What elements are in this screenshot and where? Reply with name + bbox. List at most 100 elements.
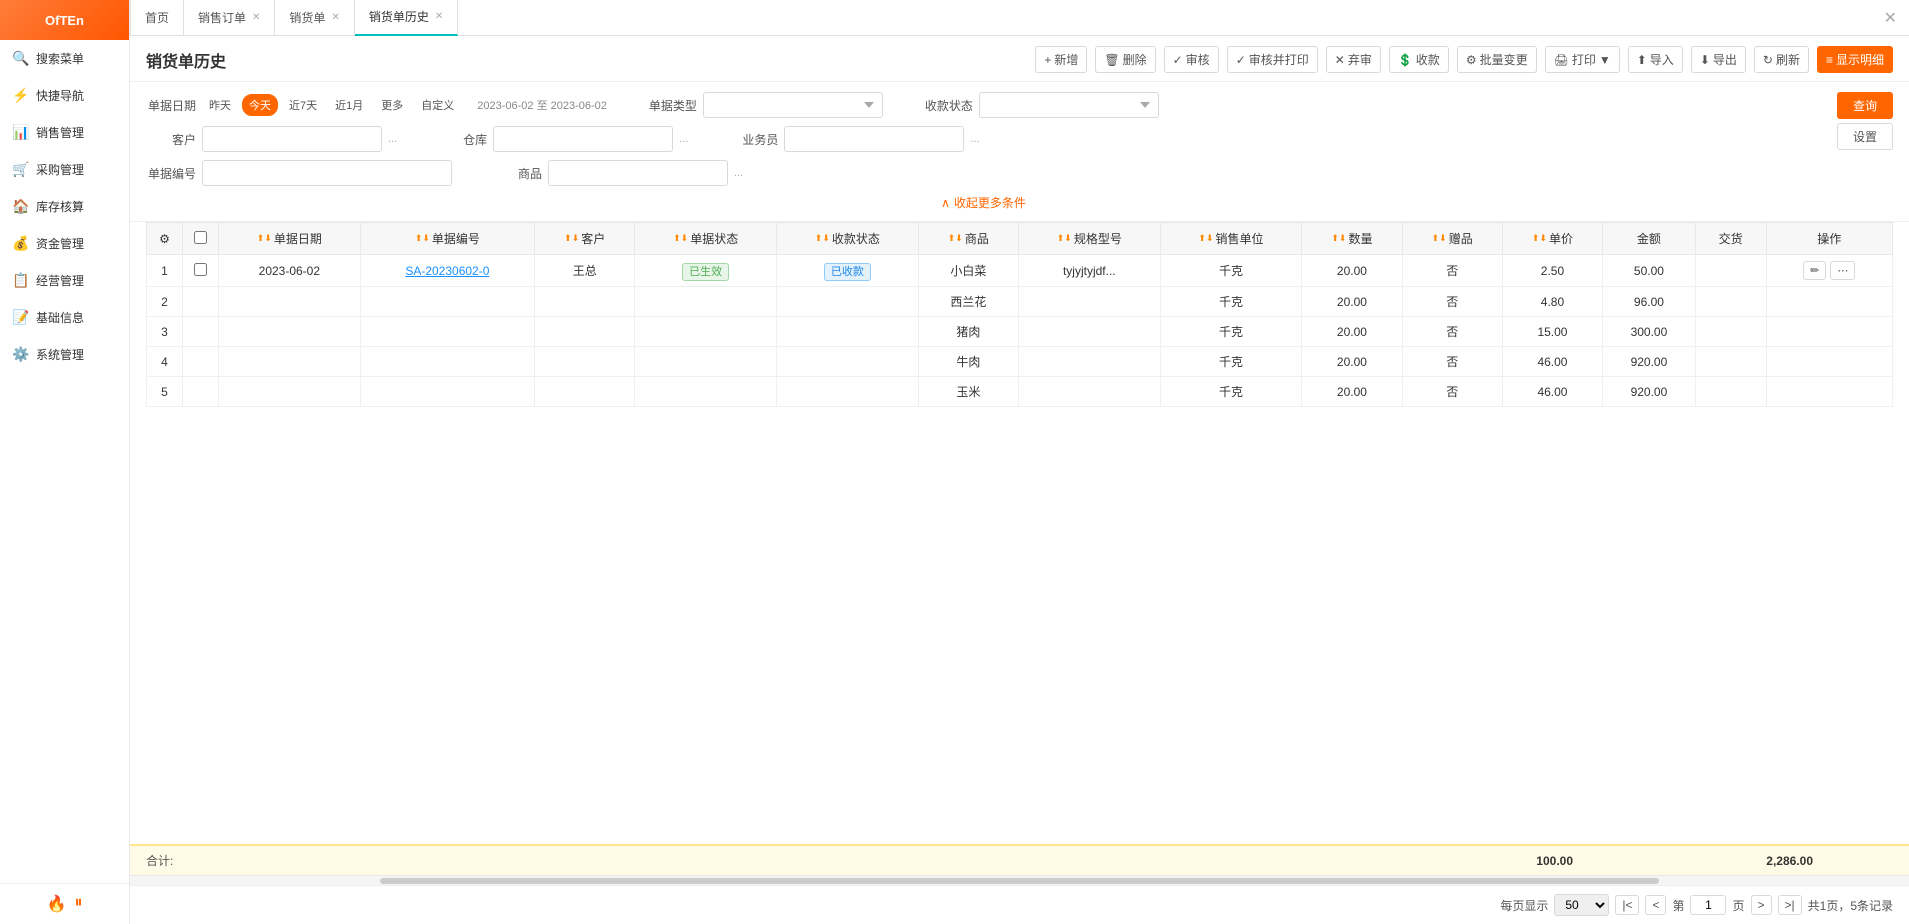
scroll-bar[interactable] [130,875,1909,885]
goods-col-header[interactable]: ⬆⬇ 商品 [918,223,1018,255]
goods-input[interactable] [548,160,728,186]
close-icon[interactable]: ✕ [435,11,443,22]
tab-sales-order[interactable]: 销售订单 ✕ [184,0,275,36]
select-all-checkbox[interactable] [194,231,207,244]
sidebar-item-label: 库存核算 [36,198,84,215]
batch-change-button[interactable]: ⚙ 批量变更 [1457,46,1537,73]
sidebar-item-basic-info[interactable]: 📝 基础信息 [0,299,129,336]
audit-button[interactable]: ✓ 审核 [1164,46,1219,73]
col-label: 操作 [1817,232,1841,246]
warehouse-input[interactable] [493,126,673,152]
staff-label: 业务员 [728,131,778,148]
sidebar-item-label: 系统管理 [36,346,84,363]
date-btn-7days[interactable]: 近7天 [282,94,324,116]
settings-col-header[interactable]: ⚙ [147,223,183,255]
sidebar-item-operations[interactable]: 📋 经营管理 [0,262,129,299]
sidebar-item-quick-nav[interactable]: ⚡ 快捷导航 [0,77,129,114]
doc-no-link[interactable]: SA-20230602-0 [405,264,489,278]
gift-cell: 否 [1402,287,1502,317]
first-page-btn[interactable]: |< [1615,895,1639,915]
tab-home[interactable]: 首页 [130,0,184,36]
staff-input[interactable] [784,126,964,152]
date-btn-yesterday[interactable]: 昨天 [202,94,238,116]
edit-btn[interactable]: ✏ [1803,261,1826,280]
action-cell [1766,317,1892,347]
customer-cell [535,377,635,407]
date-btn-custom[interactable]: 自定义 [414,94,461,116]
doc-status-col-header[interactable]: ⬆⬇ 单据状态 [635,223,777,255]
sidebar-item-purchase-mgmt[interactable]: 🛒 采购管理 [0,151,129,188]
collect-button[interactable]: 💲 收款 [1389,46,1449,73]
next-page-btn[interactable]: > [1751,895,1772,915]
export-button[interactable]: ⬇ 导出 [1691,46,1746,73]
page-size-select[interactable]: 50 100 200 [1554,894,1609,916]
warehouse-ellipsis[interactable]: ... [679,133,688,145]
customer-col-header[interactable]: ⬆⬇ 客户 [535,223,635,255]
staff-ellipsis[interactable]: ... [970,133,979,145]
sidebar-bottom-btn2[interactable]: ⏸ [74,894,82,914]
settings-icon-th[interactable]: ⚙ [159,232,170,246]
sidebar-item-sales-mgmt[interactable]: 📊 销售管理 [0,114,129,151]
doc-no-col-header[interactable]: ⬆⬇ 单据编号 [360,223,534,255]
checkbox-cell[interactable] [183,317,219,347]
refresh-button[interactable]: ↻ 刷新 [1754,46,1809,73]
checkbox-col-header[interactable] [183,223,219,255]
sidebar-bottom-btn1[interactable]: 🔥 [47,894,67,914]
trade-cell [1695,347,1766,377]
sort-icon: ⬆⬇ [948,233,963,244]
scroll-thumb[interactable] [380,878,1659,884]
doc-status-cell: 已生效 [635,255,777,287]
date-btn-today[interactable]: 今天 [242,94,278,116]
checkbox-cell[interactable] [183,287,219,317]
show-detail-button[interactable]: ≡ 显示明细 [1817,46,1893,73]
goods-ellipsis[interactable]: ... [734,167,743,179]
row-checkbox[interactable] [194,263,207,276]
close-icon[interactable]: ✕ [331,12,339,23]
sidebar-item-finance[interactable]: 💰 资金管理 [0,225,129,262]
spec-col-header[interactable]: ⬆⬇ 规格型号 [1018,223,1160,255]
date-btn-more[interactable]: 更多 [374,94,410,116]
checkbox-cell[interactable] [183,255,219,287]
col-label: 收款状态 [832,230,880,247]
close-icon[interactable]: ✕ [252,12,260,23]
delete-button[interactable]: 🗑 删除 [1095,46,1155,73]
collapse-btn[interactable]: ∧ 收起更多条件 [146,194,1821,211]
col-label: 单据状态 [690,230,738,247]
tabs-close-all[interactable]: ✕ [1884,8,1909,28]
unit-col-header[interactable]: ⬆⬇ 销售单位 [1160,223,1302,255]
page-input[interactable] [1690,895,1726,915]
last-page-btn[interactable]: >| [1778,895,1802,915]
import-button[interactable]: ⬆ 导入 [1628,46,1683,73]
doc-no-cell[interactable]: SA-20230602-0 [360,255,534,287]
spec-cell [1018,287,1160,317]
sort-icon: ⬆⬇ [1532,233,1547,244]
date-btn-1month[interactable]: 近1月 [328,94,370,116]
checkbox-cell[interactable] [183,377,219,407]
col-label: 数量 [1348,230,1372,247]
customer-input[interactable] [202,126,382,152]
tab-sales-history[interactable]: 销货单历史 ✕ [355,0,458,36]
gift-col-header[interactable]: ⬆⬇ 赠品 [1402,223,1502,255]
query-button[interactable]: 查询 [1837,92,1893,119]
price-col-header[interactable]: ⬆⬇ 单价 [1502,223,1602,255]
checkbox-cell[interactable] [183,347,219,377]
sidebar-item-inventory[interactable]: 🏠 库存核算 [0,188,129,225]
qty-cell: 20.00 [1302,287,1402,317]
print-button[interactable]: 🖨 打印 ▼ [1545,46,1620,73]
doc-type-select[interactable] [703,92,883,118]
collect-status-col-header[interactable]: ⬆⬇ 收款状态 [777,223,919,255]
customer-ellipsis[interactable]: ... [388,133,397,145]
set-button[interactable]: 设置 [1837,123,1893,150]
doc-date-col-header[interactable]: ⬆⬇ 单据日期 [219,223,361,255]
audit-print-button[interactable]: ✓ 审核并打印 [1227,46,1318,73]
doc-no-input[interactable] [202,160,452,186]
tab-sales-goods[interactable]: 销货单 ✕ [275,0,354,36]
sidebar-item-sys-mgmt[interactable]: ⚙️ 系统管理 [0,336,129,373]
qty-col-header[interactable]: ⬆⬇ 数量 [1302,223,1402,255]
more-btn[interactable]: ⋯ [1830,261,1855,280]
sidebar-item-search-menu[interactable]: 🔍 搜索菜单 [0,40,129,77]
prev-page-btn[interactable]: < [1645,895,1666,915]
collect-status-select[interactable] [979,92,1159,118]
abandon-button[interactable]: ✕ 弃审 [1326,46,1381,73]
add-button[interactable]: + 新增 [1035,46,1087,73]
